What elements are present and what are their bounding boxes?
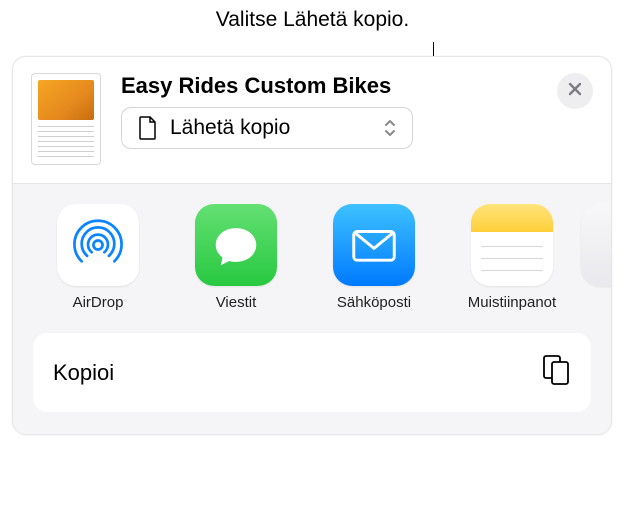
app-label: AirDrop: [73, 294, 124, 311]
mail-icon: [333, 204, 415, 286]
document-icon: [138, 116, 158, 140]
overflow-app-icon: [581, 204, 611, 286]
close-button[interactable]: [557, 73, 593, 109]
selector-label: Lähetä kopio: [170, 116, 382, 140]
document-thumbnail: [31, 73, 101, 165]
share-app-overflow[interactable]: [581, 204, 611, 311]
share-sheet: Easy Rides Custom Bikes Lähetä kopio: [12, 56, 612, 435]
share-app-messages[interactable]: Viestit: [167, 204, 305, 311]
callout-text: Valitse Lähetä kopio.: [216, 8, 409, 32]
share-apps-row: AirDrop Viestit Sähköposti: [13, 204, 611, 333]
copy-action[interactable]: Kopioi: [33, 333, 591, 412]
copy-icon: [541, 353, 571, 392]
app-label: Sähköposti: [337, 294, 411, 311]
notes-icon: [471, 204, 553, 286]
app-label: Viestit: [216, 294, 257, 311]
copy-action-label: Kopioi: [53, 360, 114, 386]
chevron-up-down-icon: [382, 117, 398, 139]
sheet-header: Easy Rides Custom Bikes Lähetä kopio: [13, 57, 611, 183]
app-label: Muistiinpanot: [468, 294, 556, 311]
airdrop-icon: [57, 204, 139, 286]
share-app-mail[interactable]: Sähköposti: [305, 204, 443, 311]
share-app-airdrop[interactable]: AirDrop: [29, 204, 167, 311]
close-icon: [567, 81, 583, 102]
document-title: Easy Rides Custom Bikes: [121, 73, 539, 99]
messages-icon: [195, 204, 277, 286]
share-app-notes[interactable]: Muistiinpanot: [443, 204, 581, 311]
send-copy-selector[interactable]: Lähetä kopio: [121, 107, 413, 149]
